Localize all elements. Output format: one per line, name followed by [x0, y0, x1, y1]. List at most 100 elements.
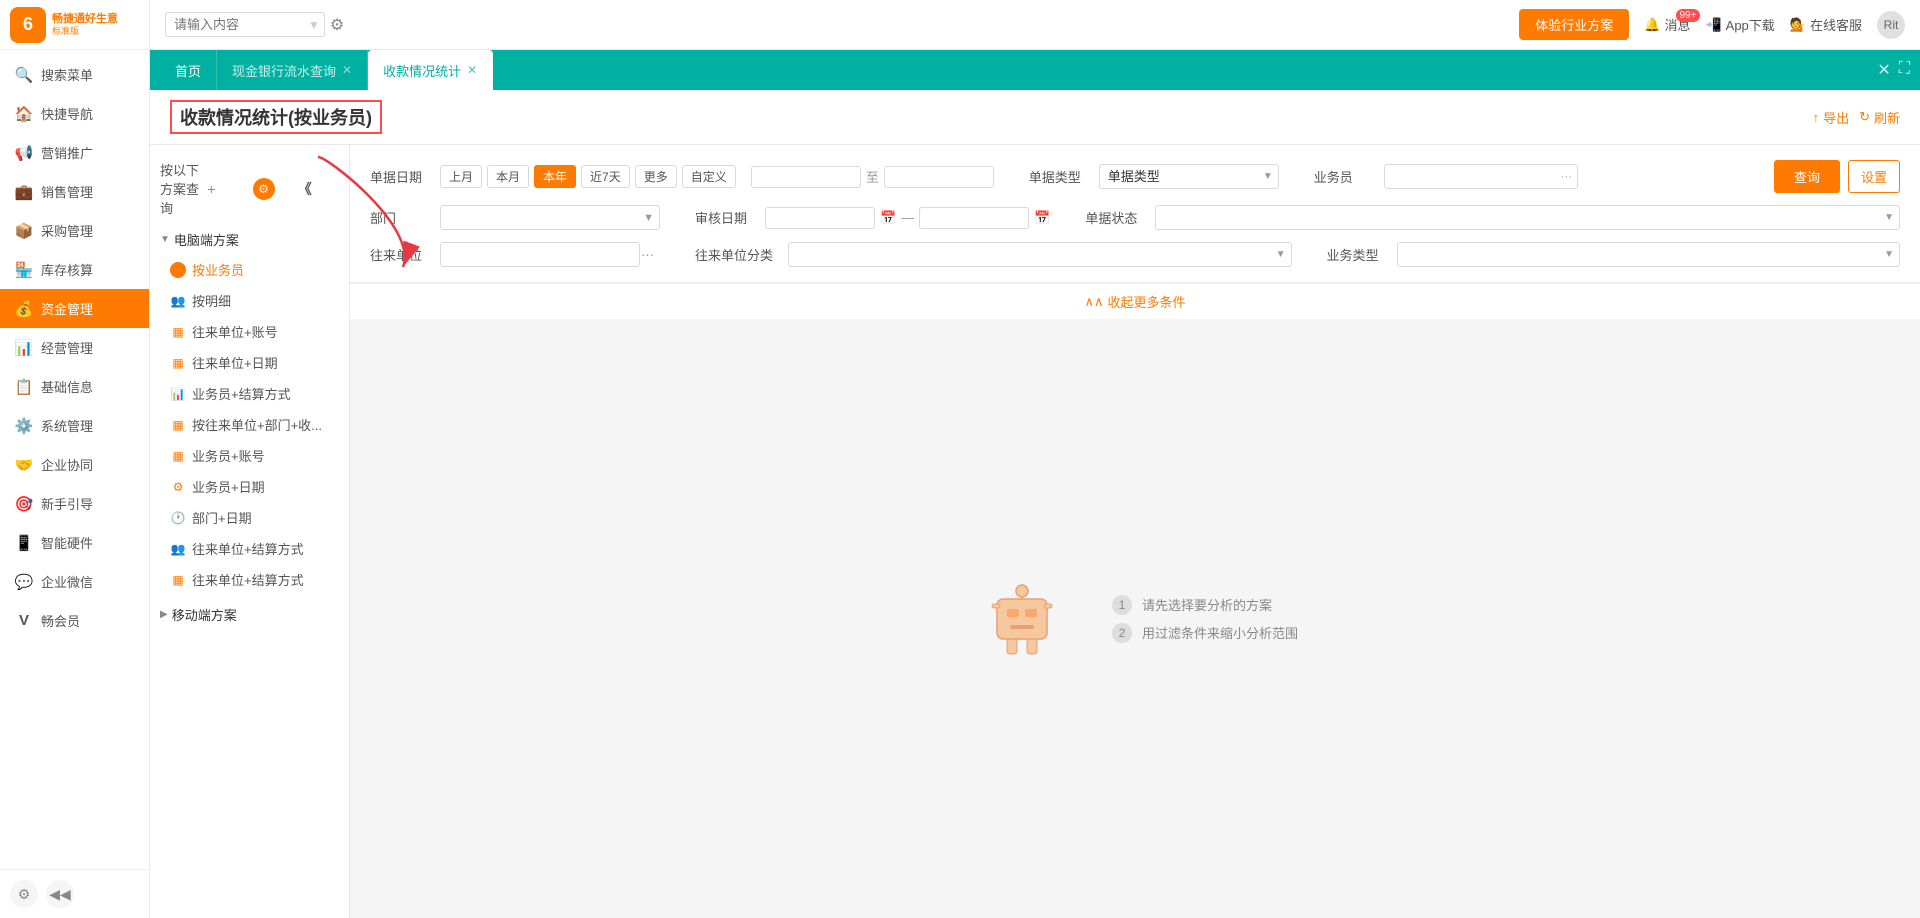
user-avatar[interactable]: Rit — [1877, 11, 1905, 39]
step-num-2: 2 — [1112, 623, 1132, 643]
basic-icon: 📋 — [15, 378, 33, 396]
add-scheme-btn[interactable]: + — [207, 181, 248, 197]
customer-type-select[interactable] — [788, 242, 1292, 267]
export-btn[interactable]: ↑ 导出 — [1813, 108, 1850, 127]
scheme-group-desktop-title[interactable]: ▼ 电脑端方案 — [150, 225, 349, 254]
online-service-btn[interactable]: 💁 在线客服 — [1790, 15, 1862, 34]
sidebar-item-wechat[interactable]: 💬 企业微信 — [0, 562, 149, 601]
refresh-icon: ↻ — [1859, 109, 1870, 125]
sidebar-item-enterprise[interactable]: 🤝 企业协同 — [0, 445, 149, 484]
tab-collection-close[interactable]: ✕ — [467, 63, 477, 77]
customer-input[interactable] — [440, 242, 640, 267]
sidebar-item-guide[interactable]: 🎯 新手引导 — [0, 484, 149, 523]
settings-footer-btn[interactable]: ⚙ — [10, 880, 38, 908]
marketing-icon: 📢 — [15, 144, 33, 162]
salesman-input[interactable] — [1384, 164, 1578, 189]
date-dash: 至 — [866, 167, 879, 186]
app-download-btn[interactable]: 📲 App下载 — [1705, 15, 1774, 34]
scheme-group-mobile-title[interactable]: ▶ 移动端方案 — [150, 600, 349, 629]
cal-icon-right[interactable]: 📅 — [1034, 210, 1050, 226]
sidebar-item-purchase[interactable]: 📦 采购管理 — [0, 211, 149, 250]
gear-icon[interactable]: ⚙ — [330, 15, 344, 35]
scheme-item-customer-dept[interactable]: ▦ 按往来单位+部门+收... — [150, 409, 349, 440]
sidebar-item-hardware[interactable]: 📱 智能硬件 — [0, 523, 149, 562]
collapse-panel-btn[interactable]: 《 — [298, 179, 339, 199]
sidebar-item-finance[interactable]: 💰 资金管理 — [0, 289, 149, 328]
sidebar-item-quicknav[interactable]: 🏠 快捷导航 — [0, 94, 149, 133]
scheme-item-customer-account[interactable]: ▦ 往来单位+账号 — [150, 316, 349, 347]
scheme-item-salesman-payment[interactable]: 📊 业务员+结算方式 — [150, 378, 349, 409]
setting-btn[interactable]: 设置 — [1848, 160, 1900, 193]
query-btn[interactable]: 查询 — [1774, 160, 1840, 193]
scheme-item-by-detail[interactable]: 👥 按明细 — [150, 285, 349, 316]
shortcut-custom[interactable]: 自定义 — [682, 165, 736, 188]
customer-wrapper: ··· — [440, 242, 660, 267]
vip-icon: V — [15, 612, 33, 630]
sidebar-item-system[interactable]: ⚙️ 系统管理 — [0, 406, 149, 445]
close-window-btn[interactable]: ✕ — [1877, 60, 1890, 80]
group-arrow-down: ▼ — [160, 234, 170, 245]
scheme-item-by-salesman[interactable]: 按业务员 — [150, 254, 349, 285]
business-type-select[interactable] — [1397, 242, 1901, 267]
scheme-item-customer-payment2[interactable]: ▦ 往来单位+结算方式 — [150, 564, 349, 595]
customer-label: 往来单位 — [370, 245, 425, 264]
scheme-item-dept-date[interactable]: 🕐 部门+日期 — [150, 502, 349, 533]
dept-input[interactable] — [440, 205, 660, 230]
setting-scheme-btn[interactable]: ⚙ — [253, 178, 294, 200]
topbar-right: 体验行业方案 🔔 消息 99+ 📲 App下载 💁 在线客服 Rit — [1519, 9, 1905, 40]
review-date-to[interactable]: yyyy-mm-dd — [919, 207, 1029, 229]
sidebar-item-sales[interactable]: 💼 销售管理 — [0, 172, 149, 211]
tab-home[interactable]: 首页 — [160, 50, 217, 90]
shortcut-this-year[interactable]: 本年 — [534, 165, 576, 188]
shortcut-more[interactable]: 更多 — [635, 165, 677, 188]
filter-actions: 查询 设置 — [1774, 160, 1900, 193]
tab-bank-close[interactable]: ✕ — [342, 63, 352, 77]
enterprise-icon: 🤝 — [15, 456, 33, 474]
notification-badge: 99+ — [1676, 9, 1701, 22]
voucher-status-select[interactable] — [1155, 205, 1900, 230]
dept-label: 部门 — [370, 208, 425, 227]
sidebar-item-operation[interactable]: 📊 经营管理 — [0, 328, 149, 367]
cal-icon-left[interactable]: 📅 — [880, 210, 896, 226]
logo-icon: 6 — [10, 7, 46, 43]
scheme-item-salesman-account[interactable]: ▦ 业务员+账号 — [150, 440, 349, 471]
shortcut-last7days[interactable]: 近7天 — [581, 165, 630, 188]
filter-row-3: 往来单位 ··· 往来单位分类 ▼ — [370, 242, 1900, 267]
refresh-btn[interactable]: ↻ 刷新 — [1859, 108, 1900, 127]
sidebar-item-basic[interactable]: 📋 基础信息 — [0, 367, 149, 406]
salesman-account-icon: ▦ — [170, 448, 186, 464]
scheme-item-customer-payment1[interactable]: 👥 往来单位+结算方式 — [150, 533, 349, 564]
sidebar-nav: 🔍 搜索菜单 🏠 快捷导航 📢 营销推广 💼 销售管理 📦 采购管理 🏪 库存核… — [0, 50, 149, 869]
sidebar-item-vip[interactable]: V 畅会员 — [0, 601, 149, 640]
date-to-input[interactable]: 2023-12-31 — [884, 166, 994, 188]
shortcut-last-month[interactable]: 上月 — [440, 165, 482, 188]
date-label: 单据日期 — [370, 167, 425, 186]
scheme-item-customer-date[interactable]: ▦ 往来单位+日期 — [150, 347, 349, 378]
tab-bank[interactable]: 现金银行流水查询 ✕ — [217, 50, 368, 90]
hardware-icon: 📱 — [15, 534, 33, 552]
filter-row-1: 单据日期 上月 本月 本年 近7天 更多 自定义 2023-01-01 — [370, 160, 1900, 193]
shortcut-this-month[interactable]: 本月 — [487, 165, 529, 188]
scheme-item-salesman-date[interactable]: ⚙ 业务员+日期 — [150, 471, 349, 502]
search-input[interactable] — [165, 12, 325, 37]
tab-collection[interactable]: 收款情况统计 ✕ — [368, 50, 493, 90]
collapse-footer-btn[interactable]: ◀◀ — [46, 880, 74, 908]
sidebar-item-inventory[interactable]: 🏪 库存核算 — [0, 250, 149, 289]
trial-btn[interactable]: 体验行业方案 — [1519, 9, 1629, 40]
date-from-input[interactable]: 2023-01-01 — [751, 166, 861, 188]
expand-window-btn[interactable]: ⛶ — [1899, 60, 1910, 80]
wechat-icon: 💬 — [15, 573, 33, 591]
customer-more-icon[interactable]: ··· — [641, 247, 654, 262]
voucher-type-select[interactable]: 单据类型 — [1099, 164, 1279, 189]
logo-text: 畅捷通好生意 标准版 — [52, 12, 118, 38]
review-date-label: 审核日期 — [695, 208, 750, 227]
review-date-from[interactable]: yyyy-mm-dd — [765, 207, 875, 229]
collapse-more-btn[interactable]: ∧∧ 收起更多条件 — [350, 283, 1920, 319]
empty-step-1: 1 请先选择要分析的方案 — [1112, 595, 1298, 615]
active-indicator — [170, 262, 186, 278]
empty-state: 1 请先选择要分析的方案 2 用过滤条件来缩小分析范围 — [972, 569, 1298, 669]
sidebar-item-search[interactable]: 🔍 搜索菜单 — [0, 55, 149, 94]
notification-btn[interactable]: 🔔 消息 99+ — [1644, 15, 1690, 34]
sidebar-item-marketing[interactable]: 📢 营销推广 — [0, 133, 149, 172]
date-range: 2023-01-01 至 2023-12-31 — [751, 166, 994, 188]
